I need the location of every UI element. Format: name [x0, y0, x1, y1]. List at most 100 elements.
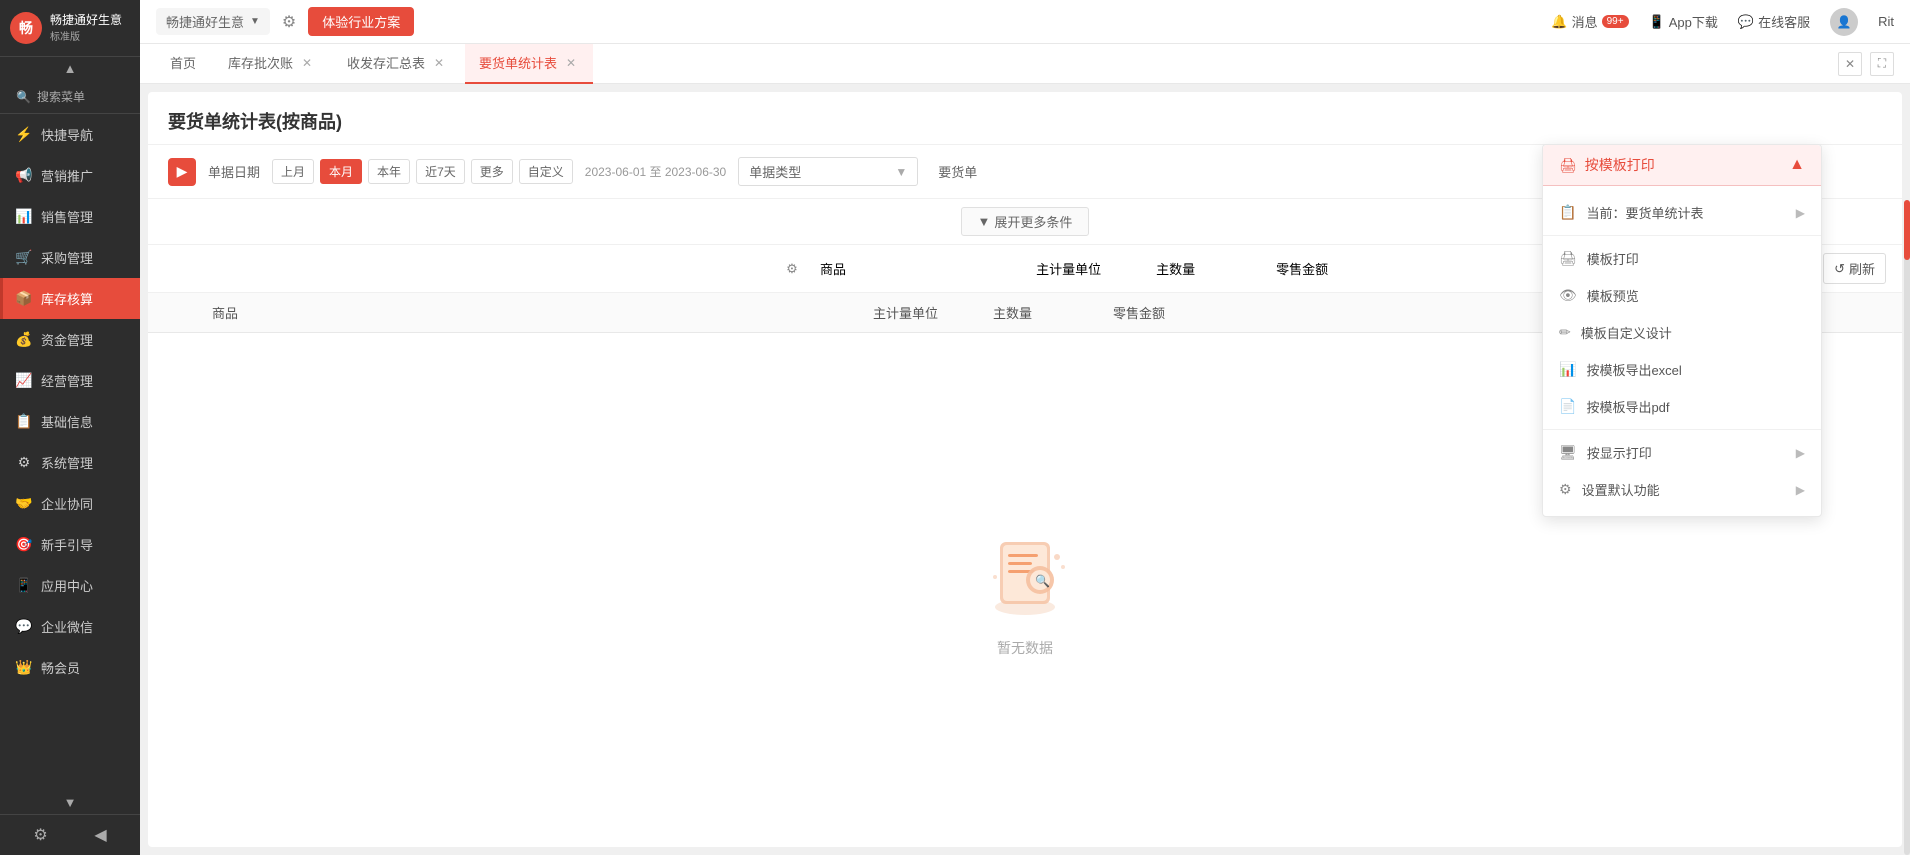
filter-expand-btn[interactable]: ▶ — [168, 158, 196, 186]
sidebar-item-basic[interactable]: 📋 基础信息 — [0, 401, 140, 442]
app-download-btn[interactable]: 📱 App下载 — [1649, 12, 1718, 31]
finance-icon: 💰 — [15, 331, 33, 349]
main-content: 畅捷通好生意 ▼ ⚙ 体验行业方案 🔔 消息 99+ 📱 App下载 💬 在线客… — [140, 0, 1910, 855]
user-avatar[interactable]: 👤 — [1830, 8, 1858, 36]
basic-icon: 📋 — [15, 413, 33, 431]
table-settings-icon[interactable]: ⚙ — [786, 261, 798, 277]
sidebar-item-marketing[interactable]: 📢 营销推广 — [0, 155, 140, 196]
sidebar-item-label: 系统管理 — [41, 453, 93, 472]
table-header-retail: 零售金额 — [1105, 293, 1225, 332]
marketing-icon: 📢 — [15, 167, 33, 185]
close-all-tabs-btn[interactable]: ✕ — [1838, 52, 1862, 76]
empty-icon: 🔍 — [975, 522, 1075, 622]
table-header-qty: 主数量 — [985, 293, 1105, 332]
settings-footer-btn[interactable]: ⚙ — [33, 825, 47, 845]
sidebar-item-apps[interactable]: 📱 应用中心 — [0, 565, 140, 606]
dropdown-item-template-design[interactable]: ✏ 模板自定义设计 — [1543, 314, 1821, 351]
sidebar-item-system[interactable]: ⚙ 系统管理 — [0, 442, 140, 483]
expand-more-btn[interactable]: ▼ 展开更多条件 — [961, 207, 1090, 236]
refresh-btn[interactable]: ↺ 刷新 — [1823, 253, 1886, 284]
expand-tabs-btn[interactable]: ⛶ — [1870, 52, 1894, 76]
messages-btn[interactable]: 🔔 消息 99+ — [1551, 12, 1628, 31]
dropdown-item-template-preview[interactable]: 👁 模板预览 — [1543, 277, 1821, 314]
sidebar-item-sales[interactable]: 📊 销售管理 — [0, 196, 140, 237]
avatar-icon: 👤 — [1837, 15, 1852, 29]
dropdown-item-set-default[interactable]: ⚙ 设置默认功能 ▶ — [1543, 471, 1821, 508]
dropdown-item-current-template[interactable]: 📋 当前：要货单统计表 ▶ — [1543, 194, 1821, 231]
collapse-sidebar-btn[interactable]: ◀ — [94, 825, 106, 845]
tab-order-stats-close[interactable]: ✕ — [563, 55, 579, 71]
sidebar-item-label: 企业协同 — [41, 494, 93, 513]
template-print-icon: 🖨 — [1559, 250, 1577, 267]
export-pdf-icon: 📄 — [1559, 398, 1576, 415]
sidebar-item-operation[interactable]: 📈 经营管理 — [0, 360, 140, 401]
scroll-down-btn[interactable]: ▼ — [0, 791, 140, 814]
tab-home[interactable]: 首页 — [156, 44, 210, 84]
messages-label: 消息 — [1572, 12, 1598, 31]
sidebar-item-quick-nav[interactable]: ⚡ 快捷导航 — [0, 114, 140, 155]
download-icon: 📱 — [1649, 14, 1665, 30]
sidebar-item-purchase[interactable]: 🛒 采购管理 — [0, 237, 140, 278]
header-right: 🔔 消息 99+ 📱 App下载 💬 在线客服 👤 Rit — [1551, 8, 1894, 36]
sidebar-item-wechat[interactable]: 💬 企业微信 — [0, 606, 140, 647]
app-name-block: 畅捷通好生意 标准版 — [50, 13, 122, 44]
print-dropdown-close-btn[interactable]: ▲ — [1789, 156, 1805, 174]
tab-receipt-summary[interactable]: 收发存汇总表 ✕ — [333, 44, 461, 84]
search-menu-label: 搜索菜单 — [37, 88, 85, 105]
vip-icon: 👑 — [15, 659, 33, 677]
dropdown-item-left: 📄 按模板导出pdf — [1559, 397, 1670, 416]
sidebar-item-inventory[interactable]: 📦 库存核算 — [0, 278, 140, 319]
sidebar: 畅 畅捷通好生意 标准版 ▲ 🔍 搜索菜单 ⚡ 快捷导航 📢 营销推广 📊 销售… — [0, 0, 140, 855]
date-buttons: 上月 本月 本年 近7天 更多 自定义 — [272, 159, 573, 184]
sidebar-item-finance[interactable]: 💰 资金管理 — [0, 319, 140, 360]
system-icon: ⚙ — [15, 454, 33, 472]
sidebar-item-label: 快捷导航 — [41, 125, 93, 144]
print-dropdown: 🖨 按模板打印 ▲ 📋 当前：要货单统计表 ▶ 🖨 — [1542, 144, 1822, 517]
date-btn-last-7days[interactable]: 近7天 — [416, 159, 465, 184]
sidebar-item-label: 采购管理 — [41, 248, 93, 267]
sidebar-item-newbie[interactable]: 🎯 新手引导 — [0, 524, 140, 565]
wechat-icon: 💬 — [15, 618, 33, 636]
app-name: 畅捷通好生意 — [50, 13, 122, 29]
messages-badge: 99+ — [1602, 15, 1629, 28]
date-btn-this-year[interactable]: 本年 — [368, 159, 410, 184]
header-dropdown-arrow: ▼ — [250, 16, 260, 27]
empty-text: 暂无数据 — [997, 638, 1053, 658]
page-content: 要货单统计表(按商品) ▶ 单据日期 上月 本月 本年 近7天 更多 自定义 2… — [148, 92, 1902, 847]
date-btn-this-month[interactable]: 本月 — [320, 159, 362, 184]
sidebar-item-vip[interactable]: 👑 畅会员 — [0, 647, 140, 688]
dropdown-item-display-print[interactable]: 🖥 按显示打印 ▶ — [1543, 434, 1821, 471]
dropdown-item-template-print[interactable]: 🖨 模板打印 — [1543, 240, 1821, 277]
sidebar-item-collab[interactable]: 🤝 企业协同 — [0, 483, 140, 524]
date-btn-more[interactable]: 更多 — [471, 159, 513, 184]
template-print-label: 模板打印 — [1587, 249, 1639, 268]
tab-batch-accounts-close[interactable]: ✕ — [299, 55, 315, 71]
header-app-dropdown[interactable]: 畅捷通好生意 ▼ — [156, 8, 270, 35]
search-menu[interactable]: 🔍 搜索菜单 — [0, 80, 140, 114]
date-btn-prev-month[interactable]: 上月 — [272, 159, 314, 184]
table-col-product: 商品 — [812, 259, 1028, 278]
export-excel-icon: 📊 — [1559, 361, 1576, 378]
dropdown-divider-1 — [1543, 235, 1821, 236]
online-service-btn[interactable]: 💬 在线客服 — [1738, 12, 1810, 31]
expand-more-label: 展开更多条件 — [994, 212, 1072, 231]
dropdown-item-export-excel[interactable]: 📊 按模板导出excel — [1543, 351, 1821, 388]
tab-order-stats-label: 要货单统计表 — [479, 53, 557, 72]
table-col-quantity: 主数量 — [1148, 259, 1268, 278]
type-select[interactable]: 单据类型 ▼ — [738, 157, 918, 186]
sidebar-item-label: 销售管理 — [41, 207, 93, 226]
scroll-up-btn[interactable]: ▲ — [0, 57, 140, 80]
tab-order-stats[interactable]: 要货单统计表 ✕ — [465, 44, 593, 84]
tab-receipt-summary-close[interactable]: ✕ — [431, 55, 447, 71]
trial-btn[interactable]: 体验行业方案 — [308, 7, 414, 36]
search-icon: 🔍 — [16, 90, 31, 104]
right-scrollbar[interactable] — [1904, 200, 1910, 855]
table-col-unit: 主计量单位 — [1028, 259, 1148, 278]
date-btn-custom[interactable]: 自定义 — [519, 159, 573, 184]
tab-batch-accounts[interactable]: 库存批次账 ✕ — [214, 44, 329, 84]
dropdown-item-export-pdf[interactable]: 📄 按模板导出pdf — [1543, 388, 1821, 425]
tabs-actions: ✕ ⛶ — [1838, 52, 1894, 76]
dropdown-item-left: ⚙ 设置默认功能 — [1559, 480, 1660, 499]
header-gear-icon[interactable]: ⚙ — [282, 12, 296, 32]
template-preview-icon: 👁 — [1559, 287, 1577, 304]
